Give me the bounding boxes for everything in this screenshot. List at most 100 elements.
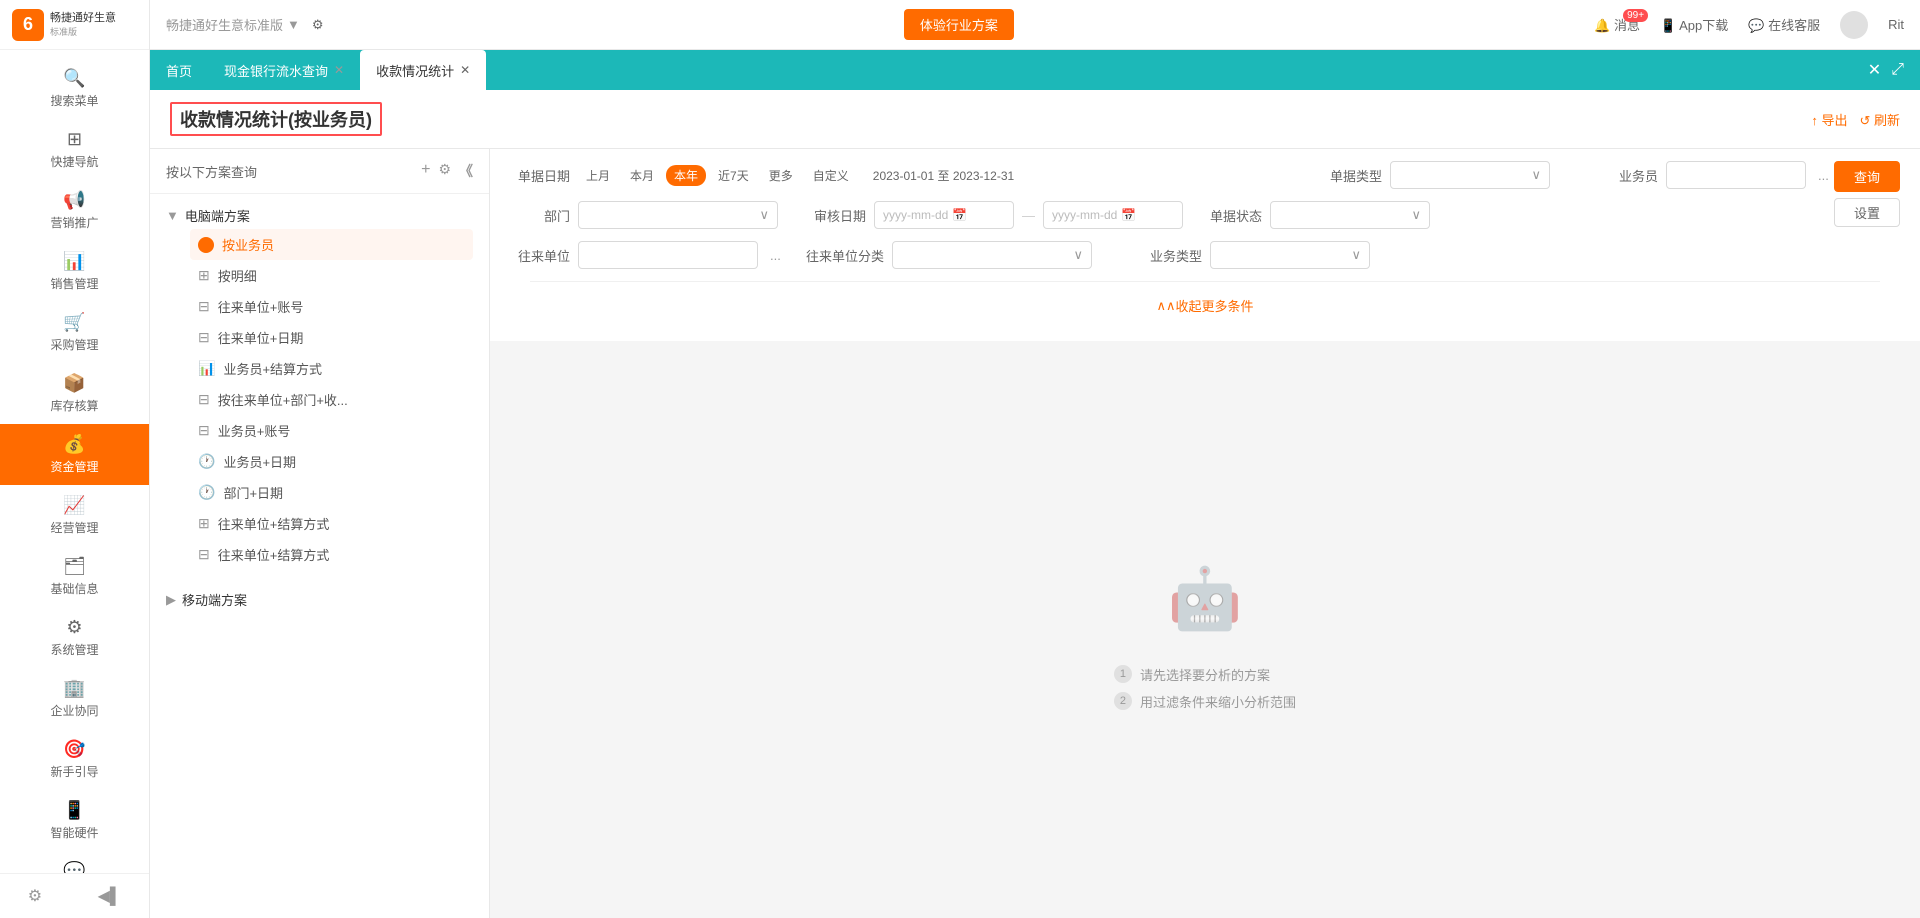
plan-item-by-salesperson[interactable]: 按业务员	[190, 229, 473, 260]
collapse-label: 收起更多条件	[1176, 296, 1254, 315]
footer-settings-icon[interactable]: ⚙	[28, 886, 42, 906]
tab-bank-flow[interactable]: 现金银行流水查询 ✕	[208, 50, 360, 90]
mobile-category-label: 移动端方案	[182, 590, 247, 609]
plan-item-label: 业务员+账号	[218, 421, 291, 440]
user-avatar[interactable]	[1840, 11, 1868, 39]
partner-label: 往来单位	[510, 246, 570, 265]
sidebar-item-smarthw[interactable]: 📱 智能硬件	[0, 790, 149, 851]
tab-close-button[interactable]: ✕	[1868, 60, 1881, 80]
docstatus-select[interactable]: ∨	[1270, 201, 1430, 229]
sidebar-item-label: 企业协同	[50, 702, 98, 719]
plan-category-mobile: ▶ 移动端方案	[150, 578, 489, 621]
tab-bank-flow-close-icon[interactable]: ✕	[334, 63, 344, 77]
review-date-end[interactable]: yyyy-mm-dd 📅	[1043, 201, 1183, 229]
sidebar-item-sales[interactable]: 📊 销售管理	[0, 241, 149, 302]
breadcrumb: 畅捷通好生意标准版 ▼	[166, 15, 300, 34]
sidebar-item-marketing[interactable]: 📢 营销推广	[0, 180, 149, 241]
sidebar-item-inventory[interactable]: 📦 库存核算	[0, 363, 149, 424]
sidebar-item-enterprise[interactable]: 🏢 企业协同	[0, 668, 149, 729]
date-tab-more[interactable]: 更多	[761, 165, 801, 186]
date-tab-thismonth[interactable]: 本月	[622, 165, 662, 186]
sidebar-item-guide[interactable]: 🎯 新手引导	[0, 729, 149, 790]
review-date-field: 审核日期 yyyy-mm-dd 📅 — yyyy-mm-dd 📅	[806, 201, 1186, 229]
body-layout: 按以下方案查询 + ⚙ 《 ▼ 电脑端方案	[150, 149, 1920, 918]
breadcrumb-caret-icon[interactable]: ▼	[287, 17, 300, 32]
app-download-label: App下载	[1679, 18, 1728, 33]
date-tab-lastmonth[interactable]: 上月	[578, 165, 618, 186]
sidebar-item-label: 搜索菜单	[50, 92, 98, 109]
plan-item-dept-date[interactable]: 🕐 部门+日期	[190, 477, 473, 508]
date-tab-custom[interactable]: 自定义	[805, 165, 857, 186]
mobile-category-toggle-icon: ▶	[166, 592, 176, 608]
refresh-button[interactable]: ↺ 刷新	[1859, 110, 1900, 129]
plan-item-icon-clock2: 🕐	[198, 484, 215, 501]
biztype-field: 业务类型 ∨	[1142, 241, 1422, 269]
salesperson-select[interactable]	[1666, 161, 1806, 189]
panel-settings-icon[interactable]: ⚙	[438, 161, 451, 181]
sidebar-item-purchase[interactable]: 🛒 采购管理	[0, 302, 149, 363]
sidebar-item-operations[interactable]: 📈 经营管理	[0, 485, 149, 546]
trial-button[interactable]: 体验行业方案	[904, 9, 1014, 40]
sidebar-item-capital[interactable]: 💰 资金管理	[0, 424, 149, 485]
page-header: 收款情况统计(按业务员) ↑ 导出 ↺ 刷新	[150, 90, 1920, 149]
plan-item-partner-date[interactable]: ⊟ 往来单位+日期	[190, 322, 473, 353]
docstatus-field: 单据状态 ∨	[1202, 201, 1482, 229]
panel-collapse-icon[interactable]: 《	[459, 161, 473, 181]
doctype-select[interactable]: ∨	[1390, 161, 1550, 189]
review-date-end-placeholder: yyyy-mm-dd	[1052, 208, 1117, 222]
partner-select[interactable]	[578, 241, 758, 269]
collapse-button[interactable]: ∧∧ 收起更多条件	[1156, 288, 1253, 323]
plan-item-salesperson-settlement[interactable]: 📊 业务员+结算方式	[190, 353, 473, 384]
plan-category-mobile-header[interactable]: ▶ 移动端方案	[166, 586, 473, 613]
settings-button[interactable]: 设置	[1834, 198, 1900, 227]
page-header-actions: ↑ 导出 ↺ 刷新	[1811, 110, 1900, 129]
plan-item-partner-dept[interactable]: ⊟ 按往来单位+部门+收...	[190, 384, 473, 415]
plan-item-label: 往来单位+日期	[218, 328, 304, 347]
plan-item-partner-settlement2[interactable]: ⊟ 往来单位+结算方式	[190, 539, 473, 570]
plan-item-partner-account[interactable]: ⊟ 往来单位+账号	[190, 291, 473, 322]
export-icon: ↑	[1811, 113, 1818, 128]
tab-expand-button[interactable]: ⤢	[1891, 61, 1904, 79]
sidebar: 6 畅捷通好生意 标准版 🔍 搜索菜单 ⊞ 快捷导航 📢 营销推广 📊 销售管理…	[0, 0, 150, 918]
plan-item-icon-clock: 🕐	[198, 453, 215, 470]
notification-icon-area[interactable]: 🔔 99+ 消息	[1594, 15, 1640, 34]
panel-add-icon[interactable]: +	[421, 161, 430, 181]
footer-collapse-icon[interactable]: ◀▌	[98, 886, 122, 906]
plan-item-icon-grid4: ⊟	[198, 422, 210, 439]
online-service[interactable]: 💬 在线客服	[1748, 15, 1820, 34]
date-tab-thisyear[interactable]: 本年	[666, 165, 706, 186]
logo-text-area: 畅捷通好生意 标准版	[50, 11, 116, 38]
plan-category-desktop-header[interactable]: ▼ 电脑端方案	[166, 202, 473, 229]
dept-select[interactable]: ∨	[578, 201, 778, 229]
tab-receipt-stats[interactable]: 收款情况统计 ✕	[360, 50, 486, 90]
sidebar-item-wechat[interactable]: 💬 企业微信	[0, 851, 149, 873]
dept-caret-icon: ∨	[759, 207, 769, 223]
tab-receipt-stats-close-icon[interactable]: ✕	[460, 63, 470, 77]
sidebar-item-label: 采购管理	[50, 336, 98, 353]
app-download[interactable]: 📱 App下载	[1660, 15, 1728, 34]
plan-item-salesperson-account[interactable]: ⊟ 业务员+账号	[190, 415, 473, 446]
date-tab-7days[interactable]: 近7天	[710, 165, 757, 186]
plan-item-by-detail[interactable]: ⊞ 按明细	[190, 260, 473, 291]
query-button[interactable]: 查询	[1834, 161, 1900, 192]
partner-more-icon[interactable]: ...	[770, 248, 781, 263]
partner-category-select[interactable]: ∨	[892, 241, 1092, 269]
sidebar-item-quicknav[interactable]: ⊞ 快捷导航	[0, 119, 149, 180]
gear-icon[interactable]: ⚙	[312, 17, 324, 33]
sidebar-item-label: 智能硬件	[50, 824, 98, 841]
sidebar-item-basicinfo[interactable]: 🗂 基础信息	[0, 546, 149, 607]
export-button[interactable]: ↑ 导出	[1811, 110, 1847, 129]
empty-state-area: 🤖 1 请先选择要分析的方案 2 用过滤条件来缩小分析范围	[490, 341, 1920, 918]
sidebar-item-label: 系统管理	[50, 641, 98, 658]
sidebar-item-system[interactable]: ⚙ 系统管理	[0, 607, 149, 668]
plan-item-partner-settlement1[interactable]: ⊞ 往来单位+结算方式	[190, 508, 473, 539]
tab-home[interactable]: 首页	[150, 50, 208, 90]
biztype-select[interactable]: ∨	[1210, 241, 1370, 269]
header-right-icons: 🔔 99+ 消息 📱 App下载 💬 在线客服 Rit	[1594, 11, 1904, 39]
plan-item-icon-grid5: ⊞	[198, 515, 210, 532]
hint-item-2: 2 用过滤条件来缩小分析范围	[1114, 692, 1296, 711]
sidebar-item-search[interactable]: 🔍 搜索菜单	[0, 58, 149, 119]
plan-item-label: 业务员+结算方式	[223, 359, 322, 378]
plan-item-salesperson-date[interactable]: 🕐 业务员+日期	[190, 446, 473, 477]
review-date-start[interactable]: yyyy-mm-dd 📅	[874, 201, 1014, 229]
